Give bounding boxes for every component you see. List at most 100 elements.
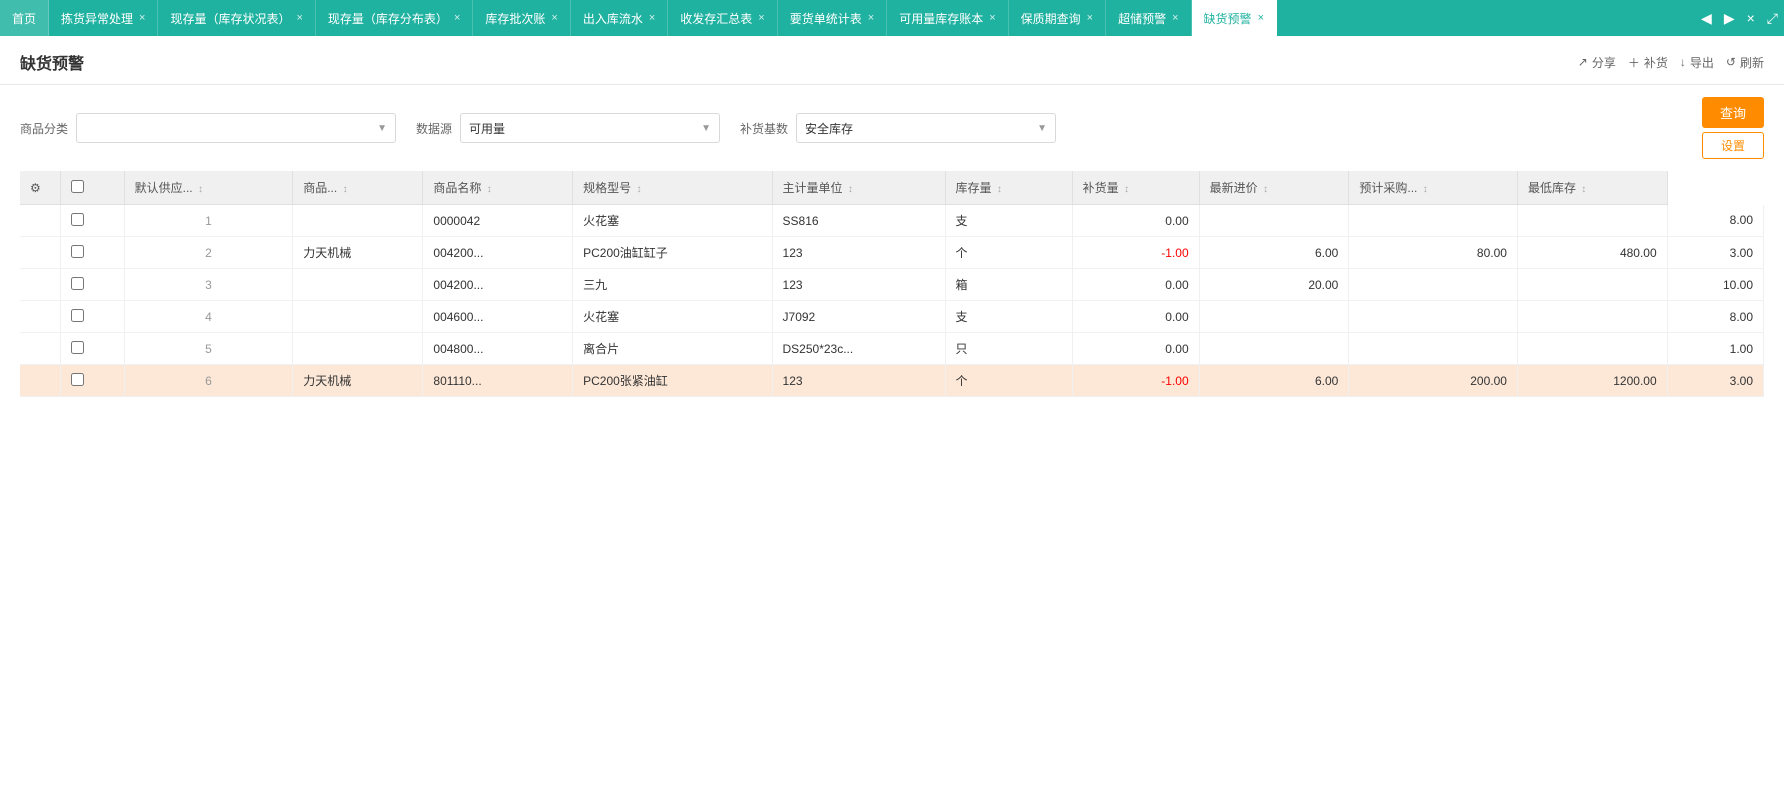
- refresh-button[interactable]: ↺ 刷新: [1726, 54, 1764, 71]
- supplier-sort-icon: ↕: [198, 184, 203, 195]
- col-spec-header[interactable]: 规格型号 ↕: [573, 171, 772, 205]
- tab-inventory-status-label: 现存量（库存状况表）: [170, 10, 290, 27]
- tab-expiry[interactable]: 保质期查询 ×: [1009, 0, 1106, 36]
- tab-available[interactable]: 可用量库存账本 ×: [887, 0, 1008, 36]
- table-row: 2 力天机械 004200... PC200油缸缸子 123 个 -1.00 6…: [20, 237, 1764, 269]
- row-goods-name: PC200张紧油缸: [573, 365, 772, 397]
- row-checkbox[interactable]: [71, 245, 84, 258]
- row-num-cell: 5: [124, 333, 293, 365]
- export-label: 导出: [1690, 54, 1714, 71]
- row-gear-cell: [20, 269, 60, 301]
- col-replenish-header[interactable]: 补货量 ↕: [1072, 171, 1199, 205]
- tab-inventory-dist[interactable]: 现存量（库存分布表） ×: [316, 0, 473, 36]
- tab-home-label: 首页: [12, 10, 36, 27]
- tab-abnormal[interactable]: 拣货异常处理 ×: [49, 0, 158, 36]
- col-goods-name-header[interactable]: 商品名称 ↕: [423, 171, 573, 205]
- col-unit-header[interactable]: 主计量单位 ↕: [772, 171, 945, 205]
- export-icon: ↓: [1680, 55, 1686, 69]
- col-min-stock-header[interactable]: 最低库存 ↕: [1517, 171, 1667, 205]
- row-num-cell: 6: [124, 365, 293, 397]
- tab-expiry-close[interactable]: ×: [1087, 12, 1093, 24]
- datasource-select[interactable]: 可用量 ▼: [460, 113, 720, 143]
- spec-header-label: 规格型号: [583, 181, 631, 195]
- tab-next-button[interactable]: ▶: [1718, 6, 1741, 31]
- replenish-button[interactable]: ＋ 补货: [1628, 54, 1668, 71]
- row-spec: J7092: [772, 301, 945, 333]
- row-replenish: 6.00: [1199, 365, 1349, 397]
- table-row: 6 力天机械 801110... PC200张紧油缸 123 个 -1.00 6…: [20, 365, 1764, 397]
- col-checkbox-header: [60, 171, 124, 205]
- refresh-label: 刷新: [1740, 54, 1764, 71]
- tab-batch-close[interactable]: ×: [551, 12, 557, 24]
- filter-bar: 商品分类 ▼ 数据源 可用量 ▼ 补货基数 安全库存 ▼ 查询 设置: [0, 85, 1784, 171]
- share-label: 分享: [1592, 54, 1616, 71]
- tab-inventory-status[interactable]: 现存量（库存状况表） ×: [158, 0, 315, 36]
- min-stock-sort-icon: ↕: [1581, 184, 1586, 195]
- row-goods-code: 004200...: [423, 269, 573, 301]
- row-spec: 123: [772, 237, 945, 269]
- tab-expand-button[interactable]: ⤢: [1761, 6, 1784, 31]
- tab-inventory-dist-close[interactable]: ×: [454, 12, 460, 24]
- tab-available-close[interactable]: ×: [989, 12, 995, 24]
- tab-purchase-stat-close[interactable]: ×: [868, 12, 874, 24]
- tab-abnormal-close[interactable]: ×: [139, 12, 145, 24]
- tab-purchase-stat[interactable]: 要货单统计表 ×: [778, 0, 887, 36]
- tab-home[interactable]: 首页: [0, 0, 49, 36]
- tab-close-all-button[interactable]: ×: [1741, 6, 1761, 30]
- row-checkbox[interactable]: [71, 341, 84, 354]
- tab-inventory-status-close[interactable]: ×: [296, 12, 302, 24]
- tab-prev-button[interactable]: ◀: [1695, 6, 1718, 31]
- tab-collect-label: 收发存汇总表: [680, 10, 752, 27]
- row-supplier: [293, 205, 423, 237]
- header-actions: ↗ 分享 ＋ 补货 ↓ 导出 ↺ 刷新: [1578, 54, 1764, 71]
- row-min-stock: 1.00: [1667, 333, 1763, 365]
- row-gear-cell: [20, 205, 60, 237]
- row-replenish: 6.00: [1199, 237, 1349, 269]
- settings-button[interactable]: 设置: [1702, 132, 1764, 159]
- row-checkbox[interactable]: [71, 277, 84, 290]
- col-supplier-header[interactable]: 默认供应... ↕: [124, 171, 293, 205]
- tab-available-label: 可用量库存账本: [899, 10, 983, 27]
- replenish-base-select[interactable]: 安全库存 ▼: [796, 113, 1056, 143]
- tab-overstock-close[interactable]: ×: [1172, 12, 1178, 24]
- latest-price-sort-icon: ↕: [1263, 184, 1268, 195]
- est-purchase-header-label: 预计采购...: [1359, 181, 1417, 195]
- unit-header-label: 主计量单位: [783, 181, 843, 195]
- query-button[interactable]: 查询: [1702, 97, 1764, 128]
- export-button[interactable]: ↓ 导出: [1680, 54, 1714, 71]
- category-select[interactable]: ▼: [76, 113, 396, 143]
- row-num-cell: 1: [124, 205, 293, 237]
- col-est-purchase-header[interactable]: 预计采购... ↕: [1349, 171, 1518, 205]
- row-replenish: [1199, 333, 1349, 365]
- share-button[interactable]: ↗ 分享: [1578, 54, 1616, 71]
- col-stock-header[interactable]: 库存量 ↕: [945, 171, 1072, 205]
- tab-shortage[interactable]: 缺货预警 ×: [1192, 0, 1277, 36]
- gear-settings-icon[interactable]: ⚙: [30, 181, 41, 195]
- tab-expiry-label: 保质期查询: [1021, 10, 1081, 27]
- stock-sort-icon: ↕: [997, 184, 1002, 195]
- page-header: 缺货预警 ↗ 分享 ＋ 补货 ↓ 导出 ↺ 刷新: [0, 36, 1784, 85]
- goods-name-header-label: 商品名称: [433, 181, 481, 195]
- replenish-header-label: 补货量: [1083, 181, 1119, 195]
- table-row: 4 004600... 火花塞 J7092 支 0.00 8.00: [20, 301, 1764, 333]
- row-checkbox[interactable]: [71, 213, 84, 226]
- tab-collect-close[interactable]: ×: [758, 12, 764, 24]
- tab-overstock[interactable]: 超储预警 ×: [1106, 0, 1191, 36]
- tab-inout[interactable]: 出入库流水 ×: [571, 0, 668, 36]
- tab-shortage-close[interactable]: ×: [1258, 12, 1264, 24]
- spec-sort-icon: ↕: [636, 184, 641, 195]
- tab-purchase-stat-label: 要货单统计表: [790, 10, 862, 27]
- tab-batch[interactable]: 库存批次账 ×: [473, 0, 570, 36]
- col-goods-code-header[interactable]: 商品... ↕: [293, 171, 423, 205]
- row-checkbox[interactable]: [71, 373, 84, 386]
- datasource-label: 数据源: [416, 120, 452, 137]
- row-supplier: 力天机械: [293, 365, 423, 397]
- row-replenish: 20.00: [1199, 269, 1349, 301]
- tab-collect[interactable]: 收发存汇总表 ×: [668, 0, 777, 36]
- table-container: ⚙ 默认供应... ↕ 商品... ↕ 商品名称 ↕: [0, 171, 1784, 397]
- select-all-checkbox[interactable]: [71, 180, 84, 193]
- row-checkbox[interactable]: [71, 309, 84, 322]
- col-latest-price-header[interactable]: 最新进价 ↕: [1199, 171, 1349, 205]
- tab-inout-close[interactable]: ×: [649, 12, 655, 24]
- tab-batch-label: 库存批次账: [485, 10, 545, 27]
